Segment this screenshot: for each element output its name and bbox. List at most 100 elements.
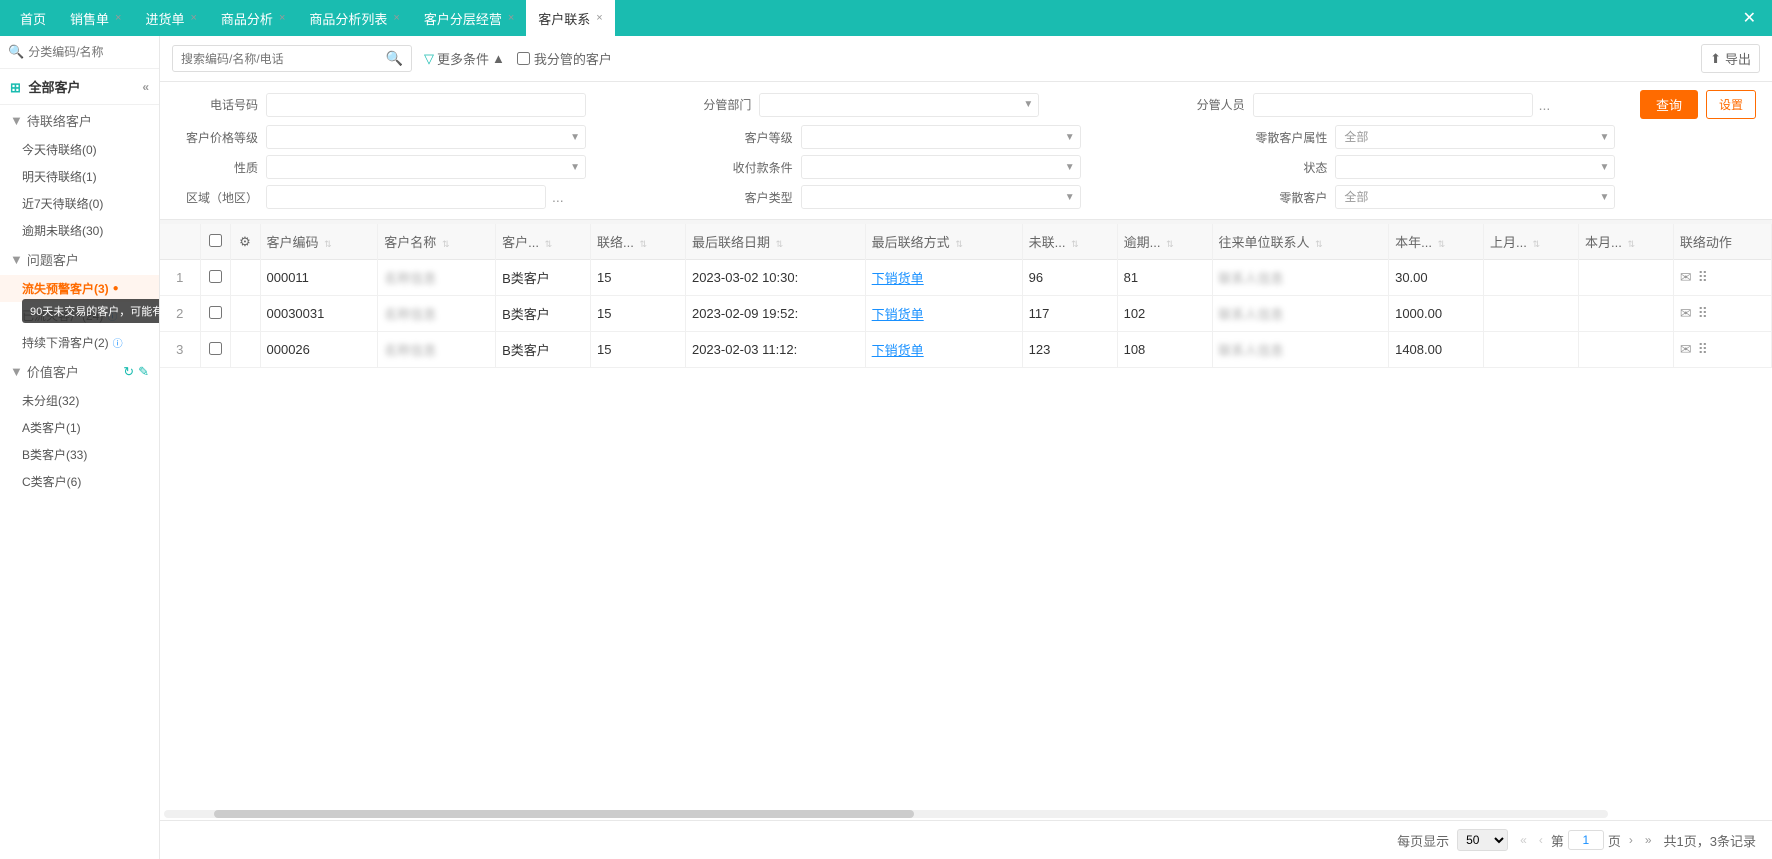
nav-tab-home[interactable]: 首页 xyxy=(8,0,58,36)
scrollbar-track[interactable] xyxy=(164,810,1608,818)
payment-select[interactable] xyxy=(801,155,1081,179)
sort-lm-icon[interactable]: ⇅ xyxy=(1533,239,1541,249)
sidebar-item-today[interactable]: 今天待联络(0) xyxy=(0,136,159,163)
customer-type-select[interactable] xyxy=(801,185,1081,209)
main-layout: 🔍 ⊞ 全部客户 « ▼ 待联络客户 今天待联络(0) 明天待联络(1) 近7天… xyxy=(0,36,1772,859)
sort-name-icon[interactable]: ⇅ xyxy=(442,239,450,249)
region-dots-button[interactable]: ... xyxy=(546,189,570,205)
horizontal-scrollbar[interactable] xyxy=(160,808,1772,820)
row-2-method-link[interactable]: 下销货单 xyxy=(872,307,924,322)
sidebar-item-overdue[interactable]: 逾期未联络(30) xyxy=(0,217,159,244)
nav-tab-purchase[interactable]: 进货单 × xyxy=(133,0,208,36)
sort-lcd-icon[interactable]: ⇅ xyxy=(776,239,784,249)
query-button[interactable]: 查询 xyxy=(1640,90,1698,119)
sort-type-icon[interactable]: ⇅ xyxy=(545,239,553,249)
nav-tab-customer-layer[interactable]: 客户分层经营 × xyxy=(412,0,526,36)
col-code: 客户编码 ⇅ xyxy=(260,224,378,260)
person-dots-button[interactable]: ... xyxy=(1533,97,1557,113)
edit-value-icon[interactable]: ✎ xyxy=(138,364,149,380)
close-goods-analysis-icon[interactable]: × xyxy=(279,12,285,24)
sidebar-item-tomorrow[interactable]: 明天待联络(1) xyxy=(0,163,159,190)
collapse-sidebar-icon[interactable]: « xyxy=(142,80,149,94)
more-conditions-button[interactable]: ▽ 更多条件 ▲ xyxy=(424,49,505,68)
col-settings[interactable]: ⚙ xyxy=(230,224,260,260)
status-select[interactable] xyxy=(1335,155,1615,179)
sidebar-item-ungrouped[interactable]: 未分组(32) xyxy=(0,387,159,414)
price-level-select[interactable] xyxy=(266,125,586,149)
next-page-button[interactable]: › xyxy=(1625,831,1637,849)
sidebar-item-a-class[interactable]: A类客户(1) xyxy=(0,414,159,441)
select-all-checkbox[interactable] xyxy=(209,234,222,247)
region-label: 区域（地区） xyxy=(176,189,266,206)
nav-tab-goods-list-label: 商品分析列表 xyxy=(309,9,387,28)
row-3-checkbox[interactable] xyxy=(209,342,222,355)
sort-lcm-icon[interactable]: ⇅ xyxy=(955,239,963,249)
close-customer-layer-icon[interactable]: × xyxy=(508,12,514,24)
retail-customer-select[interactable]: 全部 xyxy=(1335,185,1615,209)
settings-button[interactable]: 设置 xyxy=(1706,90,1756,119)
payment-label: 收付款条件 xyxy=(711,159,801,176)
sort-uc-icon[interactable]: ⇅ xyxy=(1315,239,1323,249)
nav-tab-sales[interactable]: 销售单 × xyxy=(58,0,133,36)
row-1-method-link[interactable]: 下销货单 xyxy=(872,271,924,286)
filter-grid: 电话号码 分管部门 ▼ 分管人员 xyxy=(160,82,1772,219)
row-2-checkbox[interactable] xyxy=(209,306,222,319)
close-customer-contact-icon[interactable]: × xyxy=(596,12,602,24)
nature-select[interactable] xyxy=(266,155,586,179)
sidebar-search-input[interactable] xyxy=(28,45,160,59)
nav-tab-goods-analysis[interactable]: 商品分析 × xyxy=(209,0,297,36)
nav-tab-customer-contact[interactable]: 客户联系 × xyxy=(526,0,614,36)
page-number-input[interactable] xyxy=(1568,830,1604,850)
row-3-action-icon-1[interactable]: ✉ xyxy=(1680,341,1692,358)
sidebar-item-c-class[interactable]: C类客户(6) xyxy=(0,468,159,495)
sort-code-icon[interactable]: ⇅ xyxy=(324,239,332,249)
prev-page-button[interactable]: ‹ xyxy=(1535,831,1547,849)
export-button[interactable]: ⬆ 导出 xyxy=(1701,44,1760,73)
my-customers-checkbox[interactable] xyxy=(517,52,530,65)
close-goods-list-icon[interactable]: × xyxy=(393,12,399,24)
sort-overdue-icon[interactable]: ⇅ xyxy=(1166,239,1174,249)
phone-input[interactable] xyxy=(266,93,586,117)
row-3-method-link[interactable]: 下销货单 xyxy=(872,343,924,358)
scrollbar-thumb[interactable] xyxy=(214,810,914,818)
sidebar-item-7days[interactable]: 近7天待联络(0) xyxy=(0,190,159,217)
last-page-button[interactable]: » xyxy=(1641,831,1656,849)
first-page-button[interactable]: « xyxy=(1516,831,1531,849)
dept-select[interactable] xyxy=(759,93,1039,117)
page-suffix-label: 页 xyxy=(1608,831,1621,850)
close-all-tabs-button[interactable]: ✕ xyxy=(1735,8,1764,28)
row-1-action-icon-1[interactable]: ✉ xyxy=(1680,269,1692,286)
close-sales-icon[interactable]: × xyxy=(115,12,121,24)
row-1-action-icon-2[interactable]: ⠿ xyxy=(1698,269,1708,286)
sort-tm-icon[interactable]: ⇅ xyxy=(1627,239,1635,249)
row-3-index: 3 xyxy=(160,332,200,368)
sort-ty-icon[interactable]: ⇅ xyxy=(1438,239,1446,249)
row-2-this-month xyxy=(1578,296,1673,332)
sort-contact-icon[interactable]: ⇅ xyxy=(640,239,648,249)
sidebar-item-churn-warning[interactable]: 流失预警客户(3) ● xyxy=(0,275,159,302)
row-2-action-icon-1[interactable]: ✉ xyxy=(1680,305,1692,322)
all-customers-item[interactable]: ⊞ 全部客户 « xyxy=(0,69,159,105)
sidebar-group-problem[interactable]: ▼ 问题客户 xyxy=(0,244,159,275)
person-input[interactable] xyxy=(1253,93,1533,117)
customer-level-select[interactable] xyxy=(801,125,1081,149)
sidebar-group-value[interactable]: ▼ 价值客户 ↻ ✎ xyxy=(0,356,159,387)
row-3-action-icon-2[interactable]: ⠿ xyxy=(1698,341,1708,358)
row-2-action-icon-2[interactable]: ⠿ xyxy=(1698,305,1708,322)
nature-label: 性质 xyxy=(176,159,266,176)
nav-tab-goods-list[interactable]: 商品分析列表 × xyxy=(297,0,411,36)
retail-attr-select[interactable]: 全部 xyxy=(1335,125,1615,149)
search-button[interactable]: 🔍 xyxy=(386,50,403,67)
filter-row-3: 性质 ▼ 收付款条件 ▼ xyxy=(176,155,1756,179)
sidebar-item-b-class[interactable]: B类客户(33) xyxy=(0,441,159,468)
search-input[interactable] xyxy=(181,52,386,66)
sidebar-item-declining[interactable]: 持续下滑客户(2) ⓘ xyxy=(0,329,159,356)
sidebar-group-pending[interactable]: ▼ 待联络客户 xyxy=(0,105,159,136)
close-purchase-icon[interactable]: × xyxy=(190,12,196,24)
per-page-select[interactable]: 50 100 xyxy=(1457,829,1508,851)
row-1-checkbox[interactable] xyxy=(209,270,222,283)
region-input[interactable] xyxy=(266,185,546,209)
warning-dot: ● xyxy=(113,283,119,294)
sort-nc-icon[interactable]: ⇅ xyxy=(1071,239,1079,249)
refresh-value-icon[interactable]: ↻ xyxy=(123,364,134,380)
